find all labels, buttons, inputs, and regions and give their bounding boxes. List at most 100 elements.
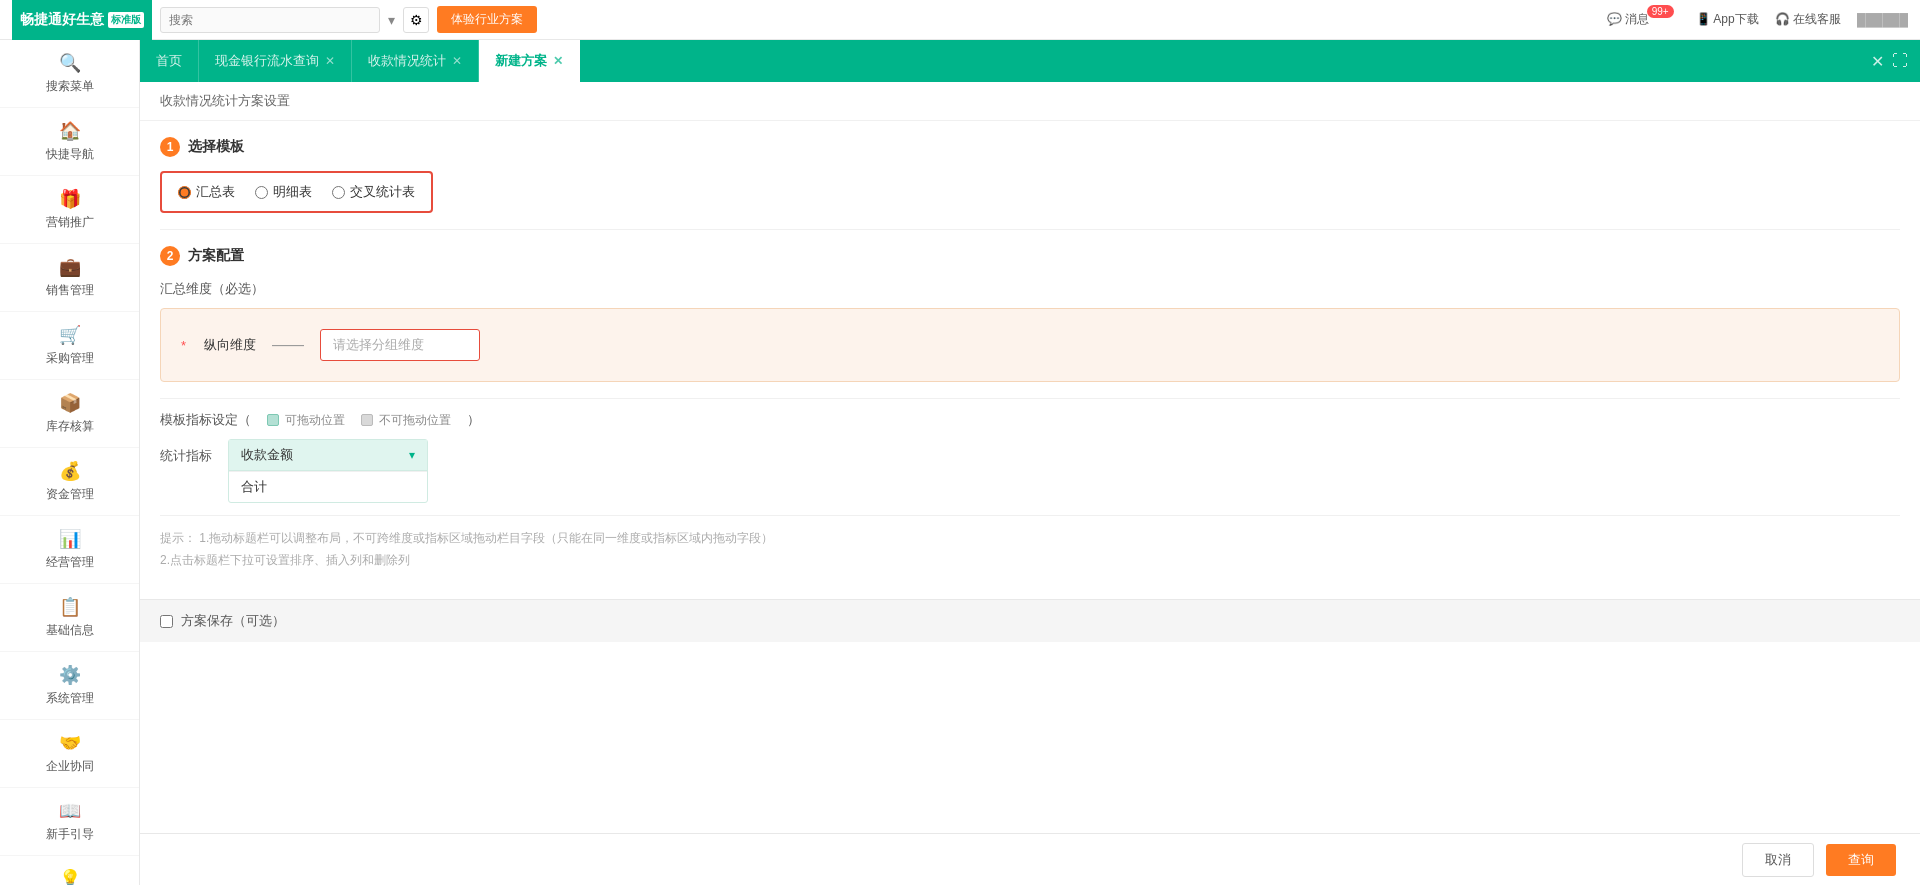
try-industry-button[interactable]: 体验行业方案 <box>437 6 537 33</box>
radio-summary-input[interactable] <box>178 186 191 199</box>
required-marker: * <box>181 338 186 353</box>
cancel-button[interactable]: 取消 <box>1742 843 1814 877</box>
sales-icon: 💼 <box>59 256 81 278</box>
finance-icon: 💰 <box>59 460 81 482</box>
sidebar-label-enterprise: 企业协同 <box>46 758 94 775</box>
dimension-selector[interactable]: 请选择分组维度 <box>320 329 480 361</box>
tab-cash-query-close[interactable]: ✕ <box>325 54 335 68</box>
movable-dot <box>267 414 279 426</box>
query-button[interactable]: 查询 <box>1826 844 1896 876</box>
sidebar-label-system: 系统管理 <box>46 690 94 707</box>
search-icon: 🔍 <box>59 52 81 74</box>
tab-home[interactable]: 首页 <box>140 40 199 82</box>
sidebar-item-hardware[interactable]: 💡 智能硬件 <box>0 856 139 885</box>
template-selection-box: 汇总表 明细表 交叉统计表 <box>160 171 433 213</box>
sidebar-item-sales[interactable]: 💼 销售管理 <box>0 244 139 312</box>
breadcrumb: 收款情况统计方案设置 <box>140 82 1920 121</box>
content-area: 首页 现金银行流水查询 ✕ 收款情况统计 ✕ 新建方案 ✕ ✕ ⛶ <box>140 40 1920 885</box>
metrics-label: 模板指标设定（ 可拖动位置 不可拖动位置 ） <box>160 411 1900 429</box>
bottom-bar: 取消 查询 <box>140 833 1920 885</box>
radio-cross[interactable]: 交叉统计表 <box>332 183 415 201</box>
tab-home-label: 首页 <box>156 52 182 70</box>
page-inner: 收款情况统计方案设置 1 选择模板 汇总表 <box>140 82 1920 833</box>
purchase-icon: 🛒 <box>59 324 81 346</box>
sidebar-label-finance: 资金管理 <box>46 486 94 503</box>
user-info[interactable]: ██████ <box>1857 13 1908 27</box>
app-logo: 畅捷通好生意 标准版 <box>12 0 152 40</box>
sidebar-label-guide: 新手引导 <box>46 826 94 843</box>
sidebar-item-search[interactable]: 🔍 搜索菜单 <box>0 40 139 108</box>
template-radio-group: 汇总表 明细表 交叉统计表 <box>178 183 415 201</box>
page-content: 收款情况统计方案设置 1 选择模板 汇总表 <box>140 82 1920 833</box>
gift-icon: 🎁 <box>59 188 81 210</box>
save-option: 方案保存（可选） <box>140 599 1920 642</box>
tip-1: 提示： 1.拖动标题栏可以调整布局，不可跨维度或指标区域拖动栏目字段（只能在同一… <box>160 528 1900 550</box>
dimension-row: * 纵向维度 —— 请选择分组维度 <box>181 329 1879 361</box>
movable-legend: 可拖动位置 <box>267 412 345 429</box>
section1-title: 选择模板 <box>188 138 244 156</box>
enterprise-icon: 🤝 <box>59 732 81 754</box>
sidebar-item-management[interactable]: 📊 经营管理 <box>0 516 139 584</box>
sidebar-item-guide[interactable]: 📖 新手引导 <box>0 788 139 856</box>
sidebar-label-management: 经营管理 <box>46 554 94 571</box>
metric-row-total: 合计 <box>229 471 427 502</box>
tab-bar-actions: ✕ ⛶ <box>1871 40 1920 82</box>
metrics-section: 模板指标设定（ 可拖动位置 不可拖动位置 ） <box>160 398 1900 515</box>
section2-num: 2 <box>160 246 180 266</box>
dropdown-icon[interactable]: ▾ <box>388 12 395 28</box>
dimension-area: * 纵向维度 —— 请选择分组维度 <box>160 308 1900 382</box>
home-icon: 🏠 <box>59 120 81 142</box>
sidebar-item-system[interactable]: ⚙️ 系统管理 <box>0 652 139 720</box>
search-input[interactable] <box>160 7 380 33</box>
sidebar-label-home: 快捷导航 <box>46 146 94 163</box>
radio-summary[interactable]: 汇总表 <box>178 183 235 201</box>
online-service-link[interactable]: 🎧 在线客服 <box>1775 11 1841 28</box>
top-bar-right: 💬 消息 99+ 📱 App下载 🎧 在线客服 ██████ <box>1607 11 1908 28</box>
sidebar: 🔍 搜索菜单 🏠 快捷导航 🎁 营销推广 💼 销售管理 🛒 采购管理 📦 库存核… <box>0 40 140 885</box>
save-checkbox[interactable] <box>160 615 173 628</box>
app-download-link[interactable]: 📱 App下载 <box>1696 11 1759 28</box>
tab-receipt-stats-close[interactable]: ✕ <box>452 54 462 68</box>
sidebar-item-home[interactable]: 🏠 快捷导航 <box>0 108 139 176</box>
sidebar-label-basic-info: 基础信息 <box>46 622 94 639</box>
metric-header[interactable]: 收款金额 ▾ <box>229 440 427 471</box>
sidebar-item-enterprise[interactable]: 🤝 企业协同 <box>0 720 139 788</box>
tab-maximize-icon[interactable]: ⛶ <box>1892 52 1908 70</box>
radio-detail-input[interactable] <box>255 186 268 199</box>
sidebar-label-purchase: 采购管理 <box>46 350 94 367</box>
tab-new-plan-close[interactable]: ✕ <box>553 54 563 68</box>
radio-cross-input[interactable] <box>332 186 345 199</box>
tip-2: 2.点击标题栏下拉可设置排序、插入列和删除列 <box>160 550 1900 572</box>
inventory-icon: 📦 <box>59 392 81 414</box>
tab-receipt-stats[interactable]: 收款情况统计 ✕ <box>352 40 479 82</box>
sidebar-item-marketing[interactable]: 🎁 营销推广 <box>0 176 139 244</box>
guide-icon: 📖 <box>59 800 81 822</box>
sidebar-item-finance[interactable]: 💰 资金管理 <box>0 448 139 516</box>
tips-section: 提示： 1.拖动标题栏可以调整布局，不可跨维度或指标区域拖动栏目字段（只能在同一… <box>160 515 1900 583</box>
section-plan-config: 2 方案配置 汇总维度（必选） * 纵向维度 —— <box>140 230 1920 599</box>
tab-new-plan[interactable]: 新建方案 ✕ <box>479 40 580 82</box>
section2-header: 2 方案配置 <box>160 246 1900 266</box>
save-option-label: 方案保存（可选） <box>181 612 285 630</box>
metrics-group-label: 统计指标 <box>160 447 212 465</box>
sidebar-item-purchase[interactable]: 🛒 采购管理 <box>0 312 139 380</box>
system-icon: ⚙️ <box>59 664 81 686</box>
management-icon: 📊 <box>59 528 81 550</box>
settings-button[interactable]: ⚙ <box>403 7 429 33</box>
tab-close-all-icon[interactable]: ✕ <box>1871 52 1884 71</box>
tab-bar: 首页 现金银行流水查询 ✕ 收款情况统计 ✕ 新建方案 ✕ ✕ ⛶ <box>140 40 1920 82</box>
message-area[interactable]: 💬 消息 99+ <box>1607 11 1680 28</box>
sidebar-item-inventory[interactable]: 📦 库存核算 <box>0 380 139 448</box>
sidebar-item-basic-info[interactable]: 📋 基础信息 <box>0 584 139 652</box>
tab-cash-query[interactable]: 现金银行流水查询 ✕ <box>199 40 352 82</box>
fixed-legend: 不可拖动位置 <box>361 412 451 429</box>
section1-header: 1 选择模板 <box>160 137 1900 157</box>
radio-detail[interactable]: 明细表 <box>255 183 312 201</box>
section1-num: 1 <box>160 137 180 157</box>
tab-cash-query-label: 现金银行流水查询 <box>215 52 319 70</box>
tab-new-plan-label: 新建方案 <box>495 52 547 70</box>
metric-table: 收款金额 ▾ 合计 <box>228 439 428 503</box>
hardware-icon: 💡 <box>59 868 81 885</box>
fixed-dot <box>361 414 373 426</box>
sidebar-label-sales: 销售管理 <box>46 282 94 299</box>
